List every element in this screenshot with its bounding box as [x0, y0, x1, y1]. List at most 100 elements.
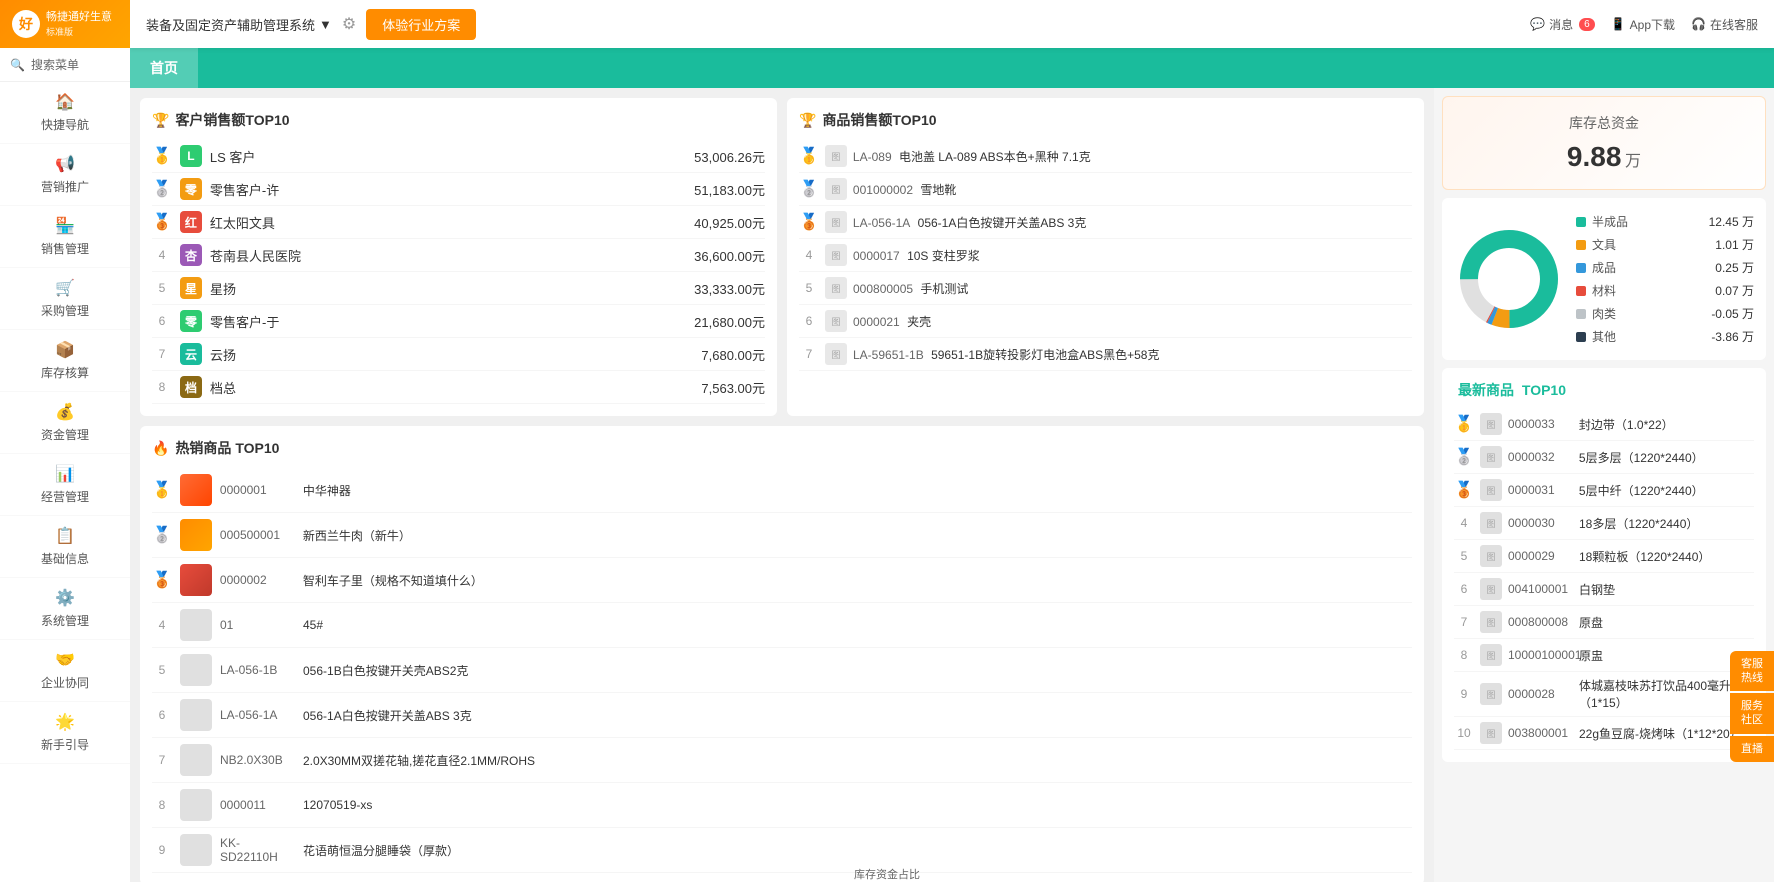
- table-row: 6 图 0000021 夹壳: [799, 305, 1412, 338]
- operation-icon: 📊: [55, 464, 75, 484]
- rank-number: 9: [1454, 687, 1474, 701]
- trial-button[interactable]: 体验行业方案: [366, 9, 476, 40]
- donut-chart: [1454, 224, 1564, 334]
- product-thumbnail: [180, 474, 212, 506]
- product-code: LA-089: [853, 150, 892, 164]
- customer-amount: 40,925.00元: [694, 213, 765, 232]
- settings-icon[interactable]: ⚙: [342, 14, 356, 34]
- product-thumbnail: 图: [1480, 722, 1502, 744]
- tab-home[interactable]: 首页: [130, 48, 198, 88]
- online-service-label: 在线客服: [1710, 16, 1758, 33]
- product-ranking-title: 🏆 商品销售额TOP10: [799, 110, 1412, 130]
- sidebar-item-sales[interactable]: 🏪 销售管理: [0, 206, 130, 268]
- table-row: 🥉 红 红太阳文具 40,925.00元: [152, 206, 765, 239]
- list-item: 🥇 0000001 中华神器: [152, 468, 1412, 513]
- product-thumbnail: 图: [1480, 413, 1502, 435]
- sidebar-item-purchase[interactable]: 🛒 采购管理: [0, 268, 130, 330]
- rank-number: 6: [152, 708, 172, 722]
- legend-item: 成品 0.25 万: [1576, 256, 1754, 279]
- sidebar-item-guide[interactable]: 🌟 新手引导: [0, 702, 130, 764]
- home-icon: 🏠: [55, 92, 75, 112]
- legend-color: [1576, 217, 1586, 227]
- customer-name: 云扬: [210, 345, 693, 364]
- latest-products-card: 最新商品 TOP10 🥇 图 0000033 封边带（1.0*22） 🥈 图 0…: [1442, 368, 1766, 762]
- product-name: 18多层（1220*2440）: [1579, 515, 1754, 532]
- customer-hotline-button[interactable]: 客服热线: [1730, 651, 1774, 692]
- legend-color: [1576, 240, 1586, 250]
- product-ranking-list: 🥇 图 LA-089 电池盖 LA-089 ABS本色+黑种 7.1克 🥈 图: [799, 140, 1412, 371]
- product-name: 雪地靴: [920, 183, 956, 197]
- sidebar-item-label: 销售管理: [41, 240, 89, 257]
- search-menu-label: 搜索菜单: [31, 56, 79, 73]
- product-name: 12070519-xs: [303, 798, 1412, 812]
- list-item: 🥉 图 0000031 5层中纤（1220*2440）: [1454, 474, 1754, 507]
- legend-name: 成品: [1592, 259, 1709, 276]
- message-label: 消息: [1549, 16, 1573, 33]
- product-code: 004100001: [1508, 582, 1573, 596]
- product-name: 056-1A白色按键开关盖ABS 3克: [918, 216, 1087, 230]
- rank-number: 6: [799, 314, 819, 328]
- medal-icon: 🥈: [152, 179, 172, 199]
- sidebar-item-home[interactable]: 🏠 快捷导航: [0, 82, 130, 144]
- list-item: 9 图 0000028 体城嘉枝味苏打饮品400毫升（1*15）: [1454, 672, 1754, 717]
- trophy-icon: 🏆: [152, 112, 169, 129]
- sidebar-item-basic[interactable]: 📋 基础信息: [0, 516, 130, 578]
- table-row: 7 图 LA-59651-1B 59651-1B旋转投影灯电池盒ABS黑色+58…: [799, 338, 1412, 371]
- sidebar-item-label: 快捷导航: [41, 116, 89, 133]
- product-img: 图: [825, 310, 847, 332]
- product-name: 59651-1B旋转投影灯电池盒ABS黑色+58克: [931, 348, 1159, 362]
- product-code: 000800005: [853, 282, 913, 296]
- rank-number: 4: [152, 618, 172, 632]
- customer-amount: 51,183.00元: [694, 180, 765, 199]
- sidebar-item-finance[interactable]: 💰 资金管理: [0, 392, 130, 454]
- product-name: 夹壳: [907, 315, 931, 329]
- product-code: LA-59651-1B: [853, 348, 924, 362]
- inventory-icon: 📦: [55, 340, 75, 360]
- app-download-button[interactable]: 📱 App下载: [1611, 16, 1675, 33]
- legend-color: [1576, 332, 1586, 342]
- sidebar-item-label: 基础信息: [41, 550, 89, 567]
- medal-icon: 🥉: [152, 570, 172, 590]
- sidebar-item-system[interactable]: ⚙️ 系统管理: [0, 578, 130, 640]
- product-name: 原盅: [1579, 647, 1754, 664]
- customer-amount: 7,563.00元: [701, 378, 765, 397]
- rank-number: 6: [1454, 582, 1474, 596]
- list-item: 4 01 45#: [152, 603, 1412, 648]
- message-button[interactable]: 💬 消息 6: [1530, 16, 1595, 33]
- medal-icon: 🥇: [152, 146, 172, 166]
- product-info: LA-59651-1B 59651-1B旋转投影灯电池盒ABS黑色+58克: [853, 346, 1412, 363]
- product-code: 0000031: [1508, 483, 1573, 497]
- rank-number: 4: [1454, 516, 1474, 530]
- sidebar-item-inventory[interactable]: 📦 库存核算: [0, 330, 130, 392]
- product-name: 手机测试: [920, 282, 968, 296]
- legend-value: 0.07 万: [1715, 282, 1754, 299]
- sidebar-item-label: 经营管理: [41, 488, 89, 505]
- live-button[interactable]: 直播: [1730, 736, 1774, 762]
- sidebar-item-marketing[interactable]: 📢 营销推广: [0, 144, 130, 206]
- product-code: 0000030: [1508, 516, 1573, 530]
- message-icon: 💬: [1530, 17, 1545, 31]
- system-title-dropdown[interactable]: 装备及固定资产辅助管理系统 ▼: [146, 15, 332, 34]
- rank-number: 6: [152, 314, 172, 328]
- legend-item: 材料 0.07 万: [1576, 279, 1754, 302]
- product-trophy-icon: 🏆: [799, 112, 816, 129]
- table-row: 8 档 档总 7,563.00元: [152, 371, 765, 404]
- medal-icon: 🥇: [799, 146, 819, 166]
- sidebar-item-operation[interactable]: 📊 经营管理: [0, 454, 130, 516]
- product-code: 0000029: [1508, 549, 1573, 563]
- table-row: 7 云 云扬 7,680.00元: [152, 338, 765, 371]
- logo-sub: 标准版: [46, 25, 112, 38]
- rank-number: 7: [152, 753, 172, 767]
- search-menu[interactable]: 🔍 搜索菜单: [0, 48, 130, 82]
- service-community-button[interactable]: 服务社区: [1730, 693, 1774, 734]
- online-service-button[interactable]: 🎧 在线客服: [1691, 16, 1758, 33]
- product-img: 图: [825, 244, 847, 266]
- product-thumbnail: 图: [1480, 644, 1502, 666]
- guide-icon: 🌟: [55, 712, 75, 732]
- medal-icon: 🥇: [1454, 414, 1474, 434]
- sidebar-item-collab[interactable]: 🤝 企业协同: [0, 640, 130, 702]
- product-thumbnail: [180, 654, 212, 686]
- product-code: 000500001: [220, 528, 295, 542]
- hot-products-card: 🔥 热销商品 TOP10 🥇 0000001 中华神器 🥈 000500001: [140, 426, 1424, 882]
- rank-number: 9: [152, 843, 172, 857]
